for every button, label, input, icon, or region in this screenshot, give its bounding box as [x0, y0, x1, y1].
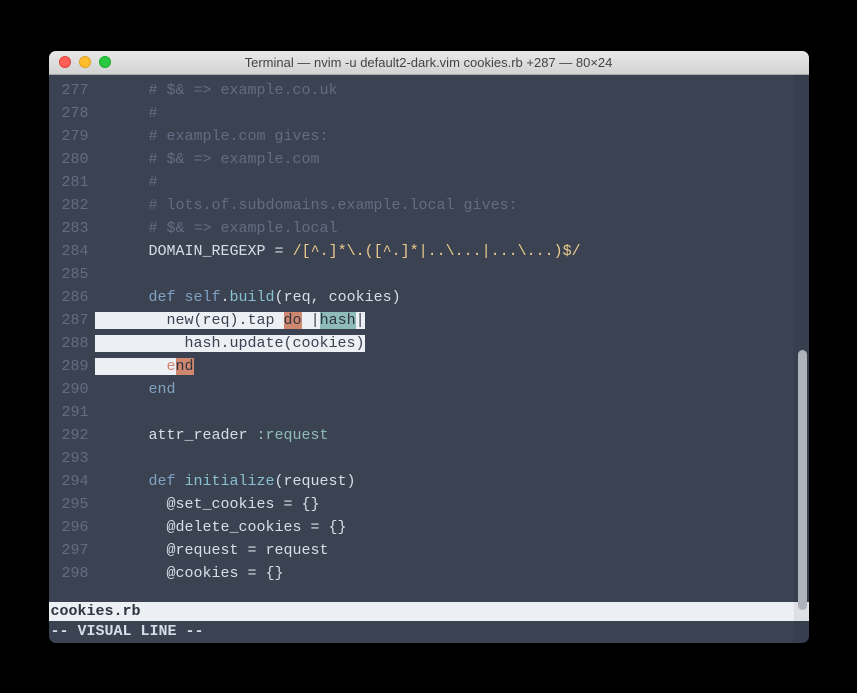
- code-text: def self.build(req, cookies): [95, 286, 809, 309]
- line-number: 288: [49, 332, 95, 355]
- terminal-body[interactable]: 277 # $& => example.co.uk 278 # 279 # ex…: [49, 75, 809, 643]
- code-row: 292 attr_reader :request: [49, 424, 809, 447]
- code-text: @delete_cookies = {}: [95, 516, 809, 539]
- code-row: 296 @delete_cookies = {}: [49, 516, 809, 539]
- line-number: 295: [49, 493, 95, 516]
- code-row-selected: 288 hash.update(cookies): [49, 332, 809, 355]
- terminal-window: Terminal — nvim -u default2-dark.vim coo…: [49, 51, 809, 643]
- code-text: end: [95, 355, 809, 378]
- line-number: 294: [49, 470, 95, 493]
- code-row: 282 # lots.of.subdomains.example.local g…: [49, 194, 809, 217]
- line-number: 293: [49, 447, 95, 470]
- line-number: 277: [49, 79, 95, 102]
- code-text: @request = request: [95, 539, 809, 562]
- code-text: # $& => example.com: [95, 148, 809, 171]
- scrollbar-thumb[interactable]: [798, 350, 807, 610]
- line-number: 298: [49, 562, 95, 585]
- code-row: 283 # $& => example.local: [49, 217, 809, 240]
- code-row: 280 # $& => example.com: [49, 148, 809, 171]
- code-row: 295 @set_cookies = {}: [49, 493, 809, 516]
- code-row: 279 # example.com gives:: [49, 125, 809, 148]
- line-number: 291: [49, 401, 95, 424]
- code-text: end: [95, 378, 809, 401]
- code-text: # example.com gives:: [95, 125, 809, 148]
- code-text: # $& => example.co.uk: [95, 79, 809, 102]
- code-row: 285: [49, 263, 809, 286]
- code-text: @set_cookies = {}: [95, 493, 809, 516]
- code-text: #: [95, 102, 809, 125]
- window-title: Terminal — nvim -u default2-dark.vim coo…: [49, 55, 809, 70]
- code-row: 293: [49, 447, 809, 470]
- code-text: DOMAIN_REGEXP = /[^.]*\.([^.]*|..\...|..…: [95, 240, 809, 263]
- code-text: hash.update(cookies): [95, 332, 809, 355]
- line-number: 278: [49, 102, 95, 125]
- code-text: @cookies = {}: [95, 562, 809, 585]
- code-row-selected: 287 new(req).tap do |hash|: [49, 309, 809, 332]
- line-number: 287: [49, 309, 95, 332]
- code-row: 297 @request = request: [49, 539, 809, 562]
- code-text: [95, 447, 809, 470]
- mode-text: -- VISUAL LINE --: [51, 623, 204, 640]
- line-number: 289: [49, 355, 95, 378]
- titlebar: Terminal — nvim -u default2-dark.vim coo…: [49, 51, 809, 75]
- code-text: # $& => example.local: [95, 217, 809, 240]
- code-row: 277 # $& => example.co.uk: [49, 79, 809, 102]
- code-text: def initialize(request): [95, 470, 809, 493]
- line-number: 279: [49, 125, 95, 148]
- code-text: new(req).tap do |hash|: [95, 309, 809, 332]
- code-row: 278 #: [49, 102, 809, 125]
- code-row-selected: 289 end: [49, 355, 809, 378]
- code-row: 291: [49, 401, 809, 424]
- line-number: 281: [49, 171, 95, 194]
- line-number: 285: [49, 263, 95, 286]
- status-bar: cookies.rb: [49, 602, 809, 621]
- code-row: 286 def self.build(req, cookies): [49, 286, 809, 309]
- line-number: 280: [49, 148, 95, 171]
- code-text: attr_reader :request: [95, 424, 809, 447]
- code-text: [95, 401, 809, 424]
- line-number: 296: [49, 516, 95, 539]
- status-filename: cookies.rb: [51, 603, 141, 620]
- line-number: 297: [49, 539, 95, 562]
- editor-area[interactable]: 277 # $& => example.co.uk 278 # 279 # ex…: [49, 75, 809, 602]
- line-number: 292: [49, 424, 95, 447]
- code-text: # lots.of.subdomains.example.local gives…: [95, 194, 809, 217]
- line-number: 286: [49, 286, 95, 309]
- mode-line: -- VISUAL LINE --: [49, 621, 809, 643]
- code-text: #: [95, 171, 809, 194]
- code-row: 294 def initialize(request): [49, 470, 809, 493]
- line-number: 284: [49, 240, 95, 263]
- line-number: 282: [49, 194, 95, 217]
- code-row: 290 end: [49, 378, 809, 401]
- code-row: 281 #: [49, 171, 809, 194]
- code-row: 298 @cookies = {}: [49, 562, 809, 585]
- code-text: [95, 263, 809, 286]
- scrollbar-track[interactable]: [794, 75, 809, 643]
- code-row: 284 DOMAIN_REGEXP = /[^.]*\.([^.]*|..\..…: [49, 240, 809, 263]
- line-number: 283: [49, 217, 95, 240]
- line-number: 290: [49, 378, 95, 401]
